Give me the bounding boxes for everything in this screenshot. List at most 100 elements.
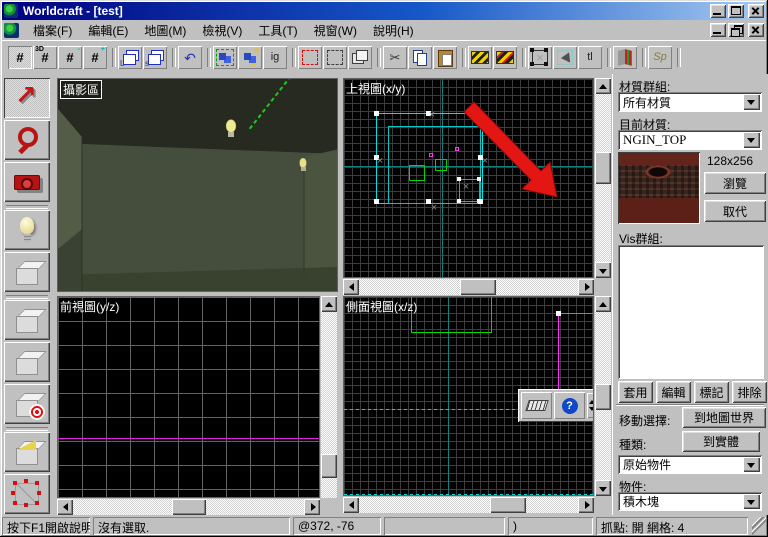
menu-help[interactable]: 說明(H) <box>365 22 422 40</box>
vis-groups-list[interactable] <box>618 245 764 379</box>
apply-current-texture-button[interactable] <box>4 342 50 382</box>
split-faces-button[interactable] <box>613 46 637 69</box>
help-button[interactable]: ? <box>554 392 585 419</box>
menu-tools[interactable]: 工具(T) <box>250 22 305 40</box>
scrollbar-thumb[interactable] <box>172 499 206 515</box>
viewport-front-canvas[interactable]: 前視圖(y/z) <box>57 296 320 498</box>
scrollbar-thumb[interactable] <box>490 497 526 513</box>
to-world-button[interactable]: 到地圖世界 <box>682 407 766 428</box>
cascade-small-button[interactable]: s <box>143 46 167 69</box>
front-view-vertical-scrollbar[interactable] <box>321 296 337 498</box>
grid-smaller-button[interactable]: # - <box>58 46 82 69</box>
carve-button[interactable] <box>298 46 322 69</box>
viewport-top-canvas[interactable]: 上視圖(x/y) × × × × × <box>343 78 594 278</box>
apply-button[interactable]: 套用 <box>618 381 653 403</box>
status-help: 按下F1開啟說明 <box>2 517 90 535</box>
current-texture-select[interactable]: NGIN_TOP <box>618 130 762 150</box>
path-magenta-top[interactable] <box>558 313 593 314</box>
ignore-groups-button[interactable]: ig <box>263 46 287 69</box>
document-icon[interactable] <box>4 22 19 38</box>
scroll-left-button[interactable] <box>343 497 359 513</box>
select-by-handles-button[interactable]: × <box>528 46 552 69</box>
magnify-selection-button[interactable] <box>553 46 577 69</box>
replace-button[interactable]: 取代 <box>704 200 766 222</box>
morph-button[interactable]: Sp <box>648 46 672 69</box>
side-view-horizontal-scrollbar[interactable] <box>343 497 594 513</box>
group-button[interactable] <box>213 46 237 69</box>
scroll-down-button[interactable] <box>595 480 611 496</box>
edit-button[interactable]: 編輯 <box>656 381 691 403</box>
close-icon[interactable] <box>748 4 764 18</box>
minimize-icon[interactable] <box>710 4 726 18</box>
side-view-vertical-scrollbar[interactable] <box>595 296 611 496</box>
maximize-icon[interactable] <box>728 4 744 18</box>
zoom-tool-button[interactable] <box>4 120 50 160</box>
viewport-camera[interactable]: 攝影區 <box>57 78 338 292</box>
show-hidden-button[interactable] <box>493 46 517 69</box>
scrollbar-thumb[interactable] <box>595 384 611 410</box>
top-view-vertical-scrollbar[interactable] <box>595 78 611 278</box>
path-handle[interactable] <box>556 311 561 316</box>
scrollbar-thumb[interactable] <box>321 454 337 478</box>
title-bar[interactable]: Worldcraft - [test] <box>2 2 766 20</box>
scroll-right-button[interactable] <box>578 279 594 295</box>
clipping-tool-button[interactable] <box>4 432 50 472</box>
scroll-right-button[interactable] <box>304 499 320 515</box>
copy-button[interactable] <box>408 46 432 69</box>
hide-selected-button[interactable] <box>468 46 492 69</box>
mdi-restore-icon[interactable] <box>728 23 744 37</box>
scrollbar-thumb[interactable] <box>460 279 496 295</box>
chevron-down-icon[interactable] <box>743 132 760 148</box>
scroll-right-button[interactable] <box>578 497 594 513</box>
scrollbar-thumb[interactable] <box>595 152 611 184</box>
entity-tool-button[interactable] <box>4 210 50 250</box>
keyboard-button[interactable] <box>521 392 552 419</box>
browse-button[interactable]: 瀏覽 <box>704 172 766 194</box>
grid-toggle-button[interactable]: # <box>8 46 32 69</box>
resize-grip[interactable] <box>752 517 766 535</box>
texture-application-button[interactable] <box>4 300 50 340</box>
ungroup-button[interactable] <box>238 46 262 69</box>
menu-file[interactable]: 檔案(F) <box>25 22 80 40</box>
exclude-button[interactable]: 排除 <box>732 381 767 403</box>
cut-button[interactable]: ✂ <box>383 46 407 69</box>
texture-lock-button[interactable]: tl <box>578 46 602 69</box>
tool-icon <box>11 80 43 112</box>
spinner-control[interactable] <box>587 393 593 418</box>
mdi-close-icon[interactable] <box>748 23 764 37</box>
top-view-horizontal-scrollbar[interactable] <box>343 279 594 295</box>
texture-group-select[interactable]: 所有材質 <box>618 92 762 112</box>
scroll-left-button[interactable] <box>57 499 73 515</box>
grid-3d-button[interactable]: # 3D <box>33 46 57 69</box>
menu-window[interactable]: 視窗(W) <box>306 22 365 40</box>
undo-button[interactable]: ↶ <box>178 46 202 69</box>
cascade-large-button[interactable]: L <box>118 46 142 69</box>
scroll-left-button[interactable] <box>343 279 359 295</box>
mdi-minimize-icon[interactable] <box>710 23 726 37</box>
scroll-up-button[interactable] <box>595 296 611 312</box>
chevron-down-icon[interactable] <box>743 94 760 110</box>
menu-edit[interactable]: 編輯(E) <box>80 22 136 40</box>
brush-green-right-edge[interactable] <box>491 297 492 332</box>
chevron-down-icon[interactable] <box>743 494 760 509</box>
grid-larger-button[interactable]: # + <box>83 46 107 69</box>
scroll-down-button[interactable] <box>595 262 611 278</box>
chevron-down-icon[interactable] <box>743 457 760 472</box>
selection-tool-button[interactable] <box>4 78 50 118</box>
to-entity-button[interactable]: 到實體 <box>682 431 760 452</box>
object-select[interactable]: 積木塊 <box>618 492 762 511</box>
make-hollow-button[interactable] <box>348 46 372 69</box>
brush-line-magenta[interactable] <box>58 438 319 439</box>
scroll-up-button[interactable] <box>321 296 337 312</box>
brush-green-bottom-edge[interactable] <box>411 332 492 333</box>
category-select[interactable]: 原始物件 <box>618 455 762 474</box>
tool-icon <box>11 216 43 244</box>
menu-view[interactable]: 檢視(V) <box>194 22 250 40</box>
mark-button[interactable]: 標記 <box>694 381 729 403</box>
scroll-up-button[interactable] <box>595 78 611 94</box>
hollow-dashed-button[interactable] <box>323 46 347 69</box>
front-view-horizontal-scrollbar[interactable] <box>57 499 320 515</box>
paste-button[interactable] <box>433 46 457 69</box>
menu-map[interactable]: 地圖(M) <box>136 22 194 40</box>
viewport-side-canvas[interactable]: 側面視圖(x/z) ? <box>343 296 594 496</box>
